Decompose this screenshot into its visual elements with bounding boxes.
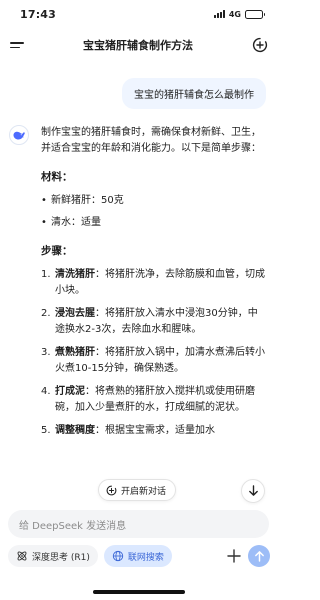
signal-icon xyxy=(213,10,225,18)
deep-think-toggle[interactable]: 深度思考 (R1) xyxy=(8,545,98,567)
step-item: 3. 煮熟猪肝：将猪肝放入锅中，加清水煮沸后转小火煮10-15分钟，确保熟透。 xyxy=(41,345,265,377)
step-item: 4. 打成泥：将煮熟的猪肝放入搅拌机或使用研磨碗，加入少量煮肝的水，打成细腻的泥状… xyxy=(41,384,265,416)
send-button[interactable] xyxy=(248,545,270,567)
deepseek-avatar xyxy=(9,125,29,145)
step-number: 5. xyxy=(41,425,51,436)
attach-button[interactable] xyxy=(223,545,245,567)
menu-icon[interactable] xyxy=(10,39,24,51)
user-message-bubble: 宝宝的猪肝辅食怎么最制作 xyxy=(122,78,266,109)
step-item: 2. 浸泡去腥：将猪肝放入清水中浸泡30分钟，中途换水2-3次，去除血水和腥味。 xyxy=(41,306,265,338)
deep-think-label: 深度思考 (R1) xyxy=(32,552,90,563)
ai-intro-text: 制作宝宝的猪肝辅食时，需确保食材新鲜、卫生，并适合宝宝的年龄和消化能力。以下是简… xyxy=(41,127,261,154)
step-number: 1. xyxy=(41,269,51,280)
composer-toolbar: 深度思考 (R1) 联网搜索 xyxy=(8,544,270,568)
status-bar: 17:43 4G xyxy=(0,0,277,28)
system-indicators: 4G xyxy=(213,9,265,19)
app-header: 宝宝猪肝辅食制作方法 xyxy=(0,28,277,62)
message-input[interactable]: 给 DeepSeek 发送消息 xyxy=(8,510,269,538)
ai-response: 制作宝宝的猪肝辅食时，需确保食材新鲜、卫生，并适合宝宝的年龄和消化能力。以下是简… xyxy=(41,125,265,446)
step-number: 4. xyxy=(41,386,51,397)
step-title: 打成泥 xyxy=(55,386,85,397)
material-item: 新鲜猪肝：50克 xyxy=(41,193,265,209)
chat-title[interactable]: 宝宝猪肝辅食制作方法 xyxy=(83,37,193,53)
step-title: 调整稠度 xyxy=(55,425,95,436)
chat-scroll-area[interactable]: 宝宝的猪肝辅食怎么最制作 制作宝宝的猪肝辅食时，需确保食材新鲜、卫生，并适合宝宝… xyxy=(0,62,277,502)
status-time: 17:43 xyxy=(20,7,57,21)
globe-icon xyxy=(112,550,124,562)
step-item: 5. 调整稠度：根据宝宝需求，适量加水 xyxy=(41,423,265,439)
scroll-down-button[interactable] xyxy=(241,479,265,503)
step-text: ：根据宝宝需求，适量加水 xyxy=(95,425,215,436)
materials-list: 新鲜猪肝：50克 清水：适量 xyxy=(41,193,265,231)
step-number: 2. xyxy=(41,308,51,319)
arrow-up-icon xyxy=(254,551,264,562)
steps-list: 1. 清洗猪肝：将猪肝洗净，去除筋膜和血管，切成小块。 2. 浸泡去腥：将猪肝放入清… xyxy=(41,267,265,439)
web-search-toggle[interactable]: 联网搜索 xyxy=(103,545,172,567)
step-title: 浸泡去腥 xyxy=(55,308,95,319)
new-topic-label: 开启新对话 xyxy=(121,486,167,497)
plus-icon xyxy=(227,549,241,563)
battery-icon xyxy=(245,9,265,19)
whale-logo-icon xyxy=(13,131,25,140)
step-number: 3. xyxy=(41,347,51,358)
arrow-down-icon xyxy=(248,485,258,496)
step-text: ：将煮熟的猪肝放入搅拌机或使用研磨碗，加入少量煮肝的水，打成细腻的泥状。 xyxy=(55,386,255,413)
step-item: 1. 清洗猪肝：将猪肝洗净，去除筋膜和血管，切成小块。 xyxy=(41,267,265,299)
atom-icon xyxy=(17,551,27,561)
step-title: 煮熟猪肝 xyxy=(55,347,95,358)
web-search-label: 联网搜索 xyxy=(127,552,164,563)
input-placeholder: 给 DeepSeek 发送消息 xyxy=(19,520,127,532)
network-type: 4G xyxy=(228,9,241,19)
material-item: 清水：适量 xyxy=(41,215,265,231)
materials-heading: 材料： xyxy=(41,171,73,183)
home-indicator xyxy=(93,590,185,594)
new-chat-icon[interactable] xyxy=(252,37,268,53)
new-chat-small-icon xyxy=(106,485,117,495)
steps-heading: 步骤： xyxy=(41,245,73,257)
new-topic-button[interactable]: 开启新对话 xyxy=(98,479,177,501)
step-title: 清洗猪肝 xyxy=(55,269,95,280)
